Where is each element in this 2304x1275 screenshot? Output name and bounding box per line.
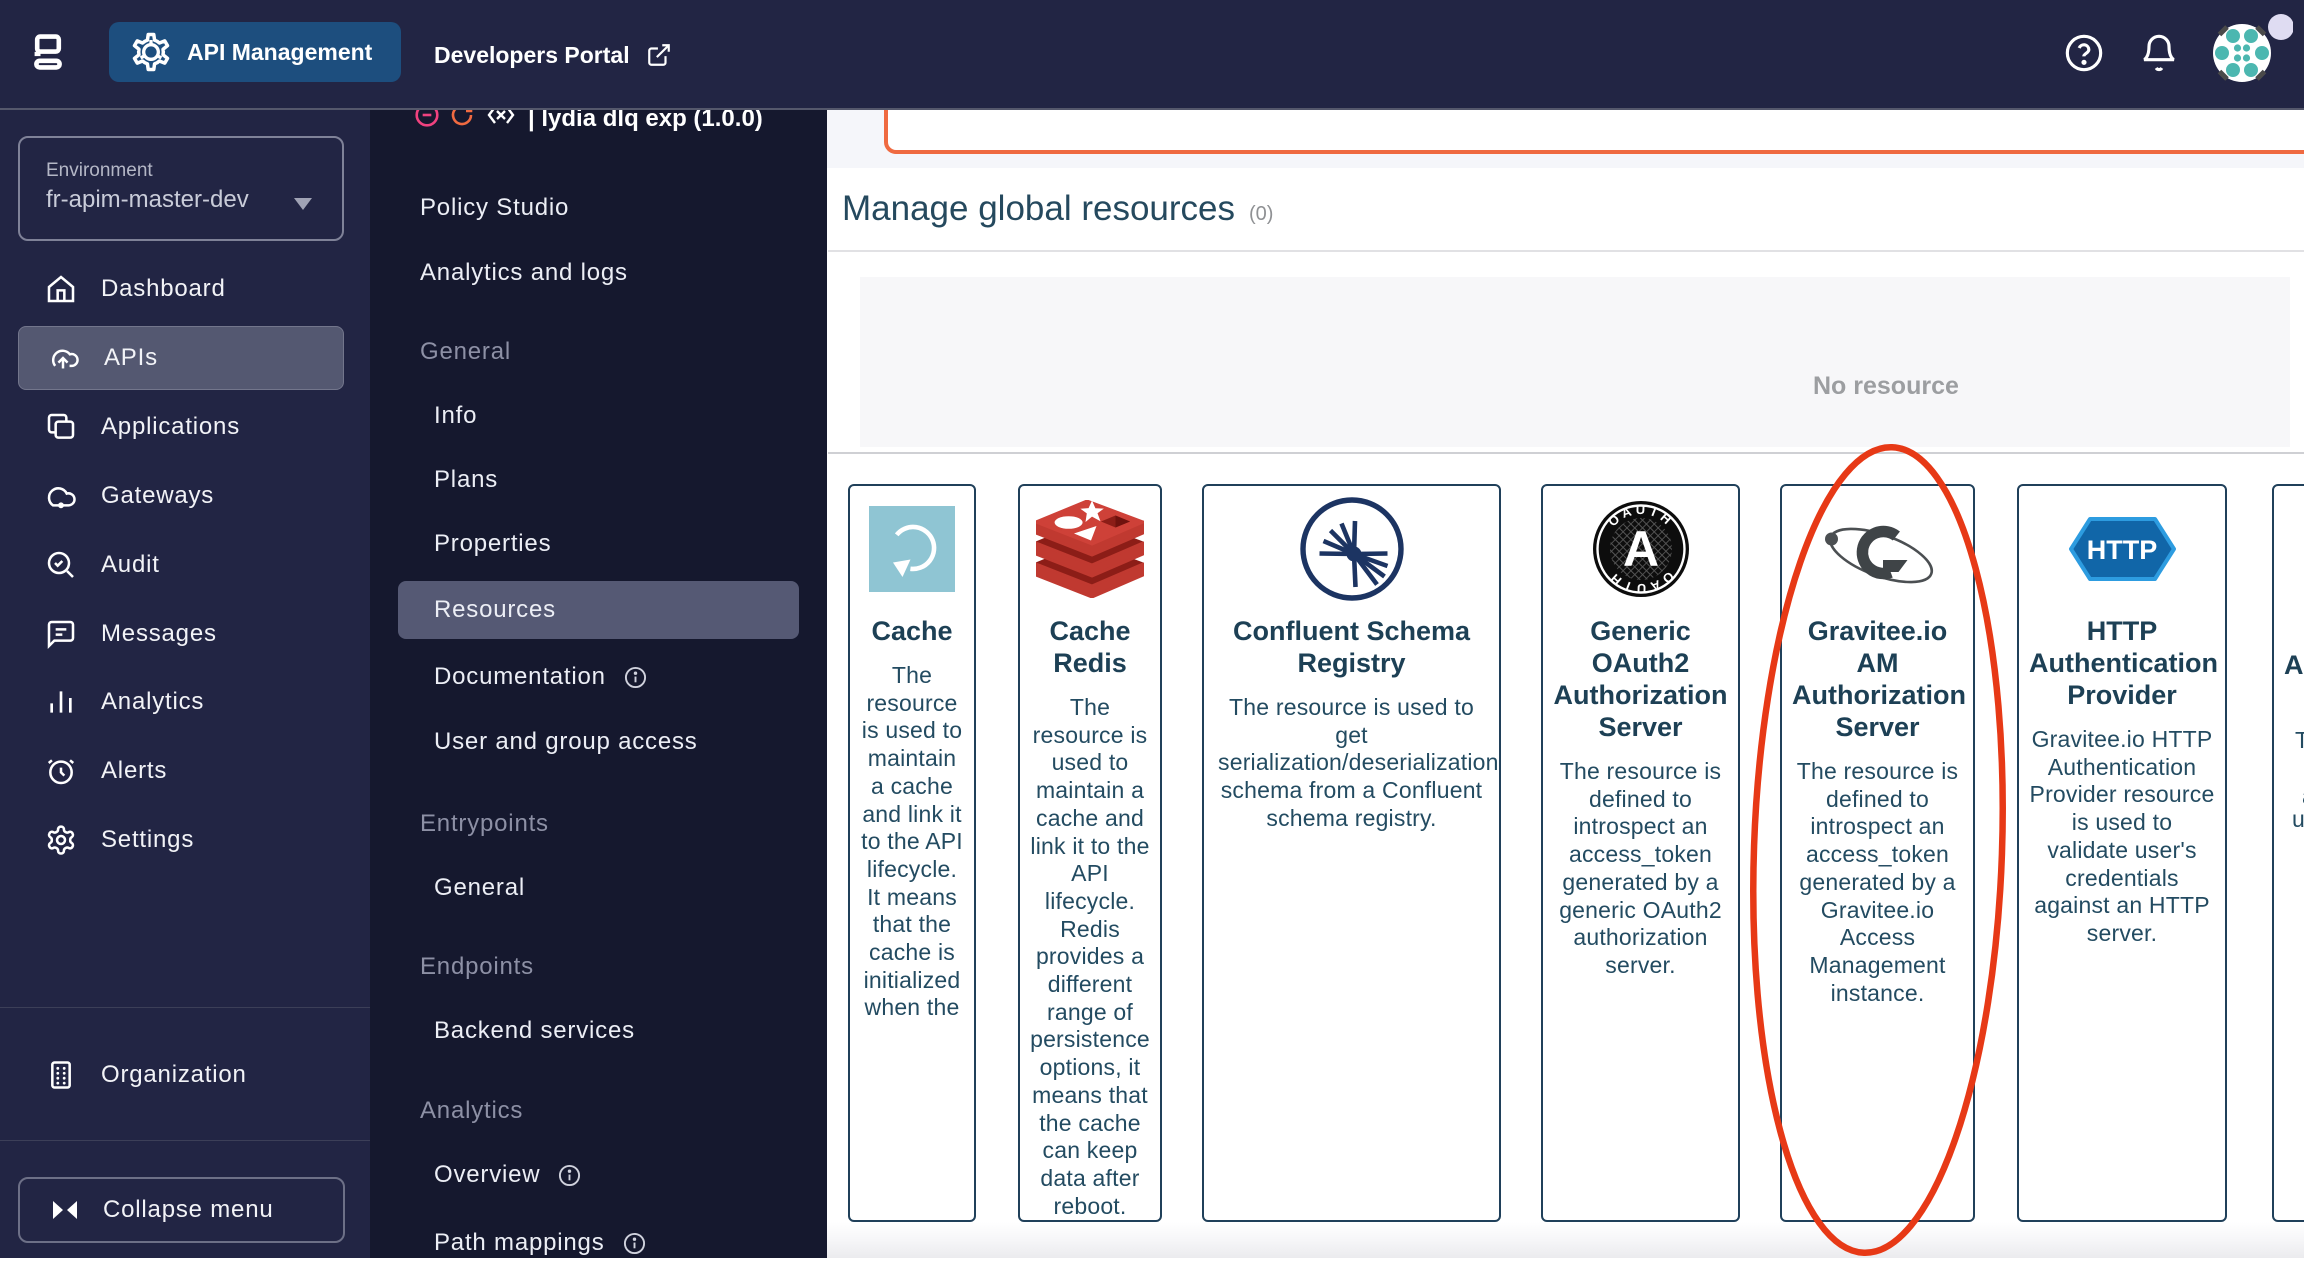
svg-text:A: A: [1622, 521, 1658, 577]
svg-text:HTTP: HTTP: [2086, 535, 2157, 565]
